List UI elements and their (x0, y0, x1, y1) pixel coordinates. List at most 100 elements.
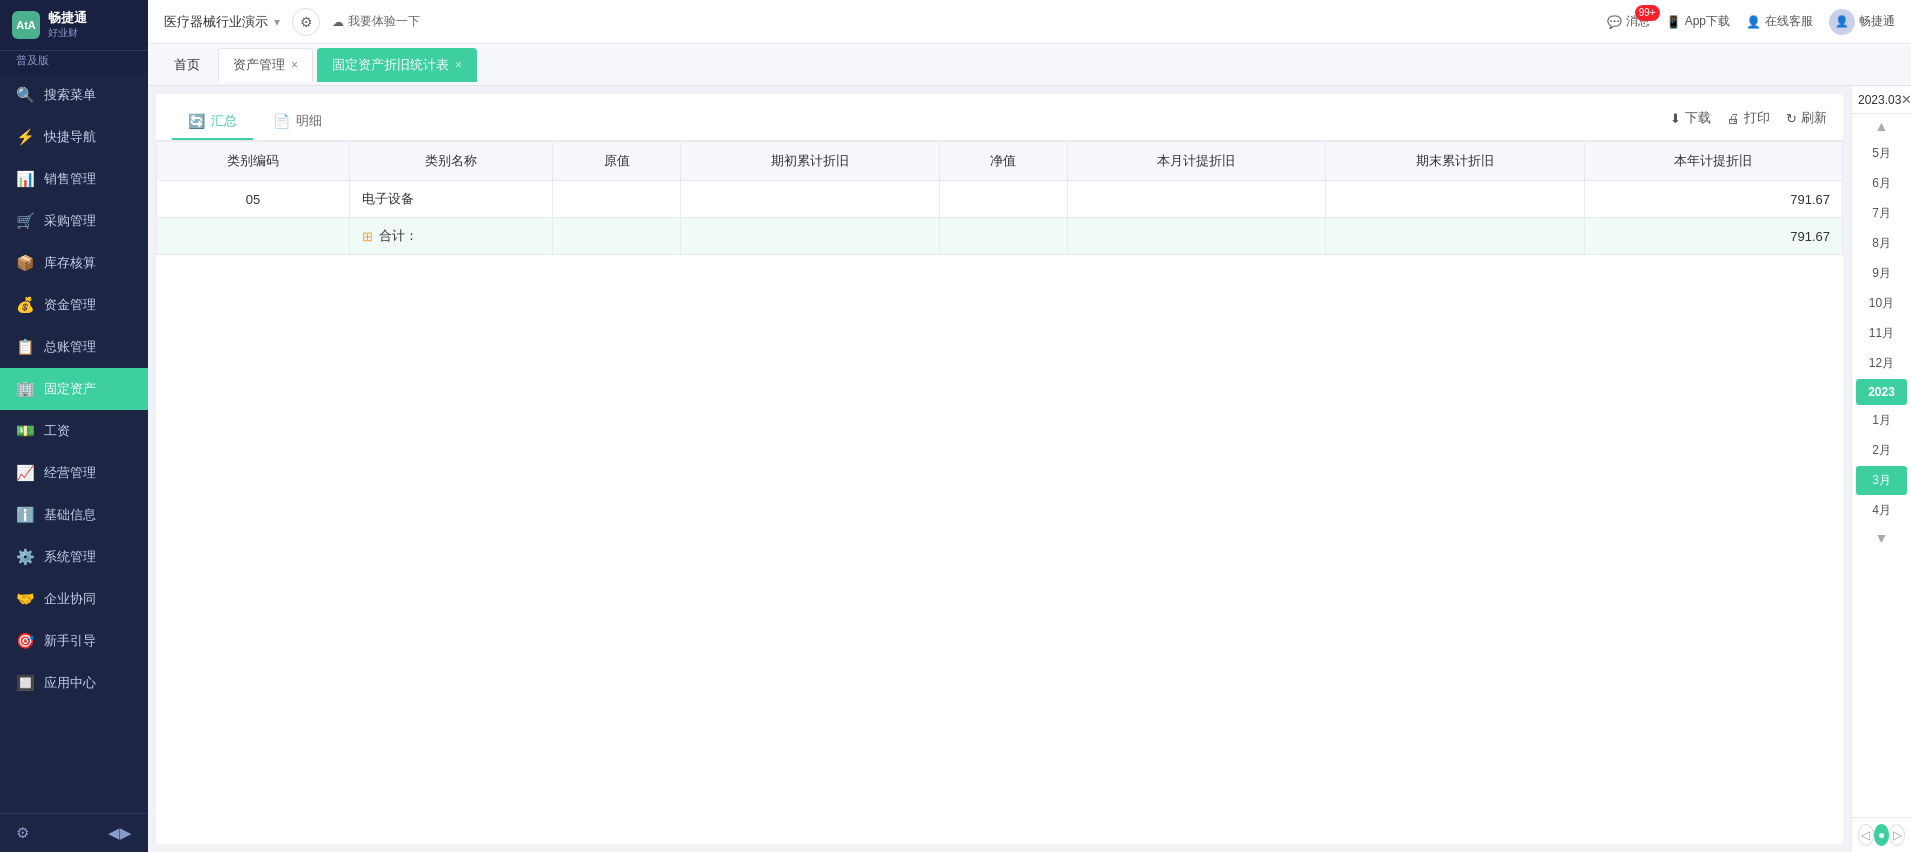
purchase-icon: 🛒 (16, 212, 34, 230)
collapse-footer-icon[interactable]: ◀▶ (108, 824, 132, 842)
subtotal-current-year: 791.67 (1584, 218, 1842, 255)
subtotal-period-end-accum (1326, 218, 1584, 255)
sidebar-item-payroll[interactable]: 💵 工资 (0, 410, 148, 452)
topbar-settings-icon[interactable]: ⚙ (292, 8, 320, 36)
summary-icon: 🔄 (188, 113, 205, 129)
cell-initial-accum (681, 181, 939, 218)
depreciation-table: 类别编码 类别名称 原值 期初累计折旧 净值 本月计提折旧 期末累计折旧 本年计… (156, 141, 1843, 255)
subtotal-current-month (1067, 218, 1325, 255)
sidebar-nav: 🔍 搜索菜单 ⚡ 快捷导航 📊 销售管理 🛒 采购管理 📦 库存核算 💰 资金管… (0, 74, 148, 813)
panel-header: 2023.03 ✕ ⛶ (1852, 86, 1911, 114)
subtotal-initial-accum (681, 218, 939, 255)
sidebar-item-label: 新手引导 (44, 632, 96, 650)
month-item-6[interactable]: 6月 (1856, 169, 1907, 198)
month-item-2[interactable]: 2月 (1856, 436, 1907, 465)
subtotal-empty (157, 218, 350, 255)
month-nav-down[interactable]: ▼ (1852, 526, 1911, 550)
month-item-11[interactable]: 11月 (1856, 319, 1907, 348)
cell-net-value (939, 181, 1067, 218)
month-item-7[interactable]: 7月 (1856, 199, 1907, 228)
system-icon: ⚙️ (16, 548, 34, 566)
sidebar-item-inventory[interactable]: 📦 库存核算 (0, 242, 148, 284)
online-service-button[interactable]: 👤 在线客服 (1746, 13, 1813, 30)
sidebar-item-app-center[interactable]: 🔲 应用中心 (0, 662, 148, 704)
subtab-detail-label: 明细 (296, 112, 322, 130)
settings-footer-icon[interactable]: ⚙ (16, 824, 29, 842)
panel-close-icon[interactable]: ✕ (1901, 92, 1911, 107)
print-icon: 🖨 (1727, 111, 1740, 126)
tab-depreciation-report[interactable]: 固定资产折旧统计表 × (317, 48, 477, 82)
cell-current-year: 791.67 (1584, 181, 1842, 218)
sidebar-item-label: 系统管理 (44, 548, 96, 566)
app-subtitle: 好业财 (48, 26, 87, 40)
tab-close-icon[interactable]: × (291, 58, 298, 72)
tab-depreciation-label: 固定资产折旧统计表 (332, 56, 449, 74)
cell-period-end-accum (1326, 181, 1584, 218)
month-item-10[interactable]: 10月 (1856, 289, 1907, 318)
col-code: 类别编码 (157, 142, 350, 181)
tab-home[interactable]: 首页 (160, 48, 214, 82)
sidebar-item-search[interactable]: 🔍 搜索菜单 (0, 74, 148, 116)
service-icon: 👤 (1746, 15, 1761, 29)
month-item-3[interactable]: 3月 (1856, 466, 1907, 495)
sidebar-item-purchase[interactable]: 🛒 采购管理 (0, 200, 148, 242)
panel-title: 2023.03 (1858, 93, 1901, 107)
company-name: 医疗器械行业演示 (164, 13, 268, 31)
sidebar-item-finance[interactable]: 💰 资金管理 (0, 284, 148, 326)
operations-icon: 📈 (16, 464, 34, 482)
sidebar-item-guide[interactable]: 🎯 新手引导 (0, 620, 148, 662)
sidebar-item-label: 应用中心 (44, 674, 96, 692)
month-item-1[interactable]: 1月 (1856, 406, 1907, 435)
sidebar: AtA 畅捷通 好业财 普及版 🔍 搜索菜单 ⚡ 快捷导航 📊 销售管理 🛒 采… (0, 0, 148, 852)
panel-next-icon[interactable]: ▷ (1889, 824, 1905, 846)
sidebar-item-label: 固定资产 (44, 380, 96, 398)
app-center-icon: 🔲 (16, 674, 34, 692)
refresh-button[interactable]: ↻ 刷新 (1786, 109, 1827, 127)
month-item-4[interactable]: 4月 (1856, 496, 1907, 525)
sidebar-item-label: 搜索菜单 (44, 86, 96, 104)
sidebar-item-fixed-assets[interactable]: 🏢 固定资产 (0, 368, 148, 410)
inventory-icon: 📦 (16, 254, 34, 272)
sidebar-item-quick-nav[interactable]: ⚡ 快捷导航 (0, 116, 148, 158)
sidebar-footer: ⚙ ◀▶ (0, 813, 148, 852)
subtotal-net-value (939, 218, 1067, 255)
avatar: 👤 (1829, 9, 1855, 35)
messages-badge: 99+ (1635, 5, 1660, 21)
month-item-12[interactable]: 12月 (1856, 349, 1907, 378)
basic-info-icon: ℹ️ (16, 506, 34, 524)
panel-prev-icon[interactable]: ◁ (1858, 824, 1874, 846)
sidebar-item-ledger[interactable]: 📋 总账管理 (0, 326, 148, 368)
payroll-icon: 💵 (16, 422, 34, 440)
sidebar-item-basic-info[interactable]: ℹ️ 基础信息 (0, 494, 148, 536)
user-menu[interactable]: 👤 畅捷通 (1829, 9, 1895, 35)
sidebar-item-system[interactable]: ⚙️ 系统管理 (0, 536, 148, 578)
subtab-summary[interactable]: 🔄 汇总 (172, 104, 253, 140)
subtotal-original (553, 218, 681, 255)
ledger-icon: 📋 (16, 338, 34, 356)
panel-current-icon[interactable]: ● (1874, 824, 1890, 846)
month-nav-up[interactable]: ▲ (1852, 114, 1911, 138)
sidebar-item-label: 企业协同 (44, 590, 96, 608)
guide-icon: 🎯 (16, 632, 34, 650)
month-item-9[interactable]: 9月 (1856, 259, 1907, 288)
main-area: 医疗器械行业演示 ▾ ⚙ ☁ 我要体验一下 💬 消息 99+ 📱 App下载 👤… (148, 0, 1911, 852)
messages-button[interactable]: 💬 消息 99+ (1607, 13, 1650, 30)
tab-asset-mgmt[interactable]: 资产管理 × (218, 48, 313, 82)
logo-icon: AtA (12, 11, 40, 39)
col-current-year: 本年计提折旧 (1584, 142, 1842, 181)
chevron-down-icon: ▾ (274, 15, 280, 29)
subtab-detail[interactable]: 📄 明细 (257, 104, 338, 140)
sidebar-item-enterprise[interactable]: 🤝 企业协同 (0, 578, 148, 620)
month-item-8[interactable]: 8月 (1856, 229, 1907, 258)
subtotal-row: ⊞ 合计： 791.67 (157, 218, 1843, 255)
download-button[interactable]: ⬇ 下载 (1670, 109, 1711, 127)
tab-close-active-icon[interactable]: × (455, 58, 462, 72)
search-icon: 🔍 (16, 86, 34, 104)
month-item-5[interactable]: 5月 (1856, 139, 1907, 168)
print-button[interactable]: 🖨 打印 (1727, 109, 1770, 127)
app-download-button[interactable]: 📱 App下载 (1666, 13, 1730, 30)
sidebar-item-operations[interactable]: 📈 经营管理 (0, 452, 148, 494)
company-selector[interactable]: 医疗器械行业演示 ▾ (164, 13, 280, 31)
sidebar-item-sales[interactable]: 📊 销售管理 (0, 158, 148, 200)
experience-button[interactable]: ☁ 我要体验一下 (332, 13, 420, 30)
